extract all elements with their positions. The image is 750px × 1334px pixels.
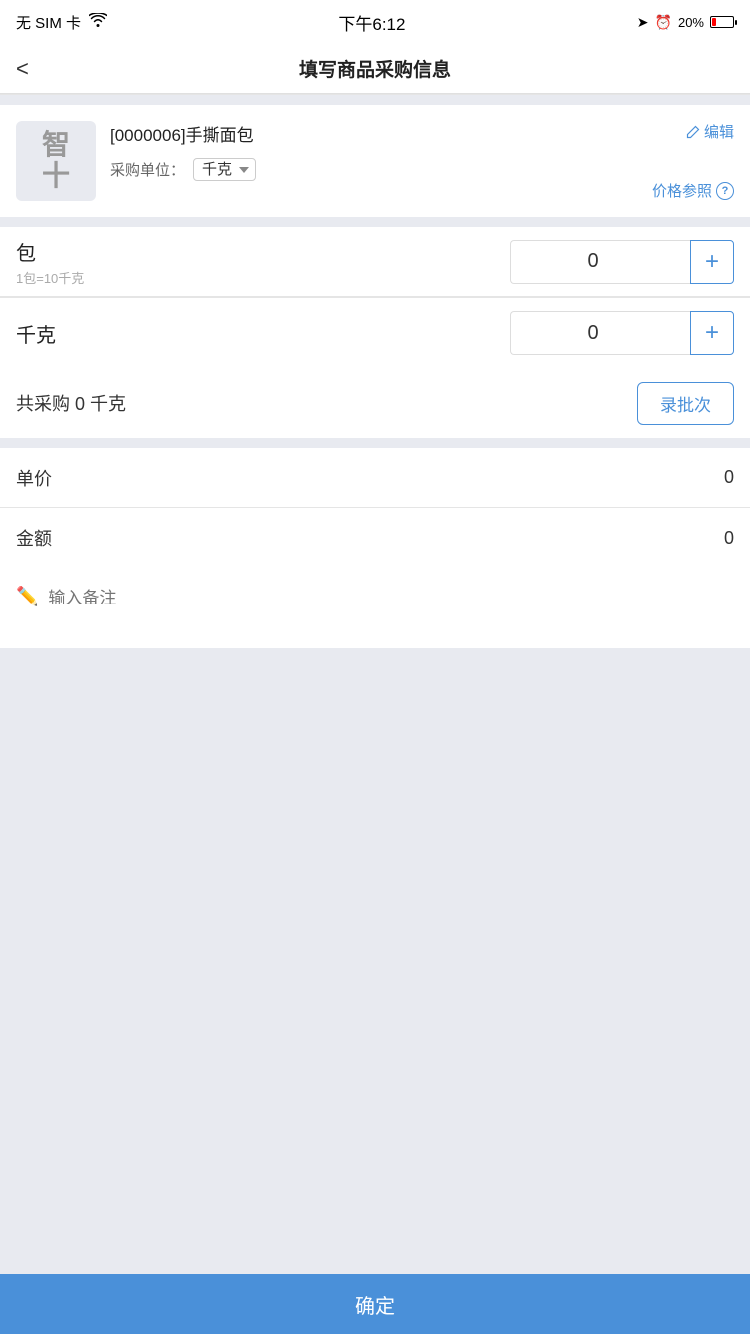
input-row-kg: 千克 + (0, 298, 750, 368)
product-info: [0000006]手撕面包 采购单位： 千克 包 (110, 121, 734, 181)
input-row-package: 包 1包=10千克 + (0, 227, 750, 297)
confirm-button[interactable]: 确定 (0, 1274, 750, 1334)
qty-plus-kg[interactable]: + (690, 311, 734, 355)
product-name: [0000006]手撕面包 (110, 121, 734, 146)
section-divider-1 (0, 217, 750, 227)
amount-value: 0 (724, 528, 734, 549)
input-sublabel-package: 1包=10千克 (16, 268, 84, 287)
input-right-package: + (510, 240, 734, 284)
product-logo: 智 十 (42, 130, 70, 192)
info-row-amount: 金额 0 (0, 508, 750, 568)
input-right-kg: + (510, 311, 734, 355)
status-time: 下午6:12 (338, 10, 405, 35)
product-image: 智 十 (16, 121, 96, 201)
battery-icon (710, 16, 734, 28)
remark-section[interactable]: ✏️ (0, 568, 750, 648)
price-ref-label: 价格参照 (652, 180, 712, 201)
summary-text: 共采购 0 千克 (16, 390, 126, 416)
battery-percent: 20% (678, 15, 704, 30)
page-title: 填写商品采购信息 (299, 55, 451, 82)
price-label: 单价 (16, 465, 52, 491)
qty-input-package[interactable] (510, 240, 690, 284)
top-spacer (0, 95, 750, 105)
product-unit-row: 采购单位： 千克 包 (110, 158, 734, 181)
logo-line2: 十 (42, 161, 70, 192)
confirm-label: 确定 (355, 1290, 395, 1319)
edit-label: 编辑 (704, 121, 734, 142)
amount-label: 金额 (16, 525, 52, 551)
record-batch-button[interactable]: 录批次 (637, 382, 734, 425)
section-divider-2 (0, 438, 750, 448)
alarm-icon: ⏰ (655, 14, 672, 31)
status-left: 无 SIM 卡 (16, 12, 107, 33)
pencil-icon: ✏️ (16, 586, 38, 607)
product-card: 智 十 [0000006]手撕面包 采购单位： 千克 包 编辑 价格参照 ? (0, 105, 750, 217)
wifi-icon (89, 13, 107, 31)
status-bar: 无 SIM 卡 下午6:12 ➤ ⏰ 20% (0, 0, 750, 44)
unit-select[interactable]: 千克 包 (193, 158, 256, 181)
logo-line1: 智 (42, 130, 70, 161)
unit-label: 采购单位： (110, 159, 185, 180)
page-container: 无 SIM 卡 下午6:12 ➤ ⏰ 20% < 填 (0, 0, 750, 1334)
input-label-kg: 千克 (16, 319, 56, 348)
input-label-package: 包 1包=10千克 (16, 237, 84, 287)
nav-bar: < 填写商品采购信息 (0, 44, 750, 94)
info-icon: ? (716, 182, 734, 200)
location-icon: ➤ (637, 14, 649, 31)
bottom-spacer (0, 648, 750, 1274)
price-value: 0 (724, 467, 734, 488)
price-ref-button[interactable]: 价格参照 ? (652, 180, 734, 201)
edit-button[interactable]: 编辑 (686, 121, 734, 142)
status-right: ➤ ⏰ 20% (637, 14, 734, 31)
carrier-text: 无 SIM 卡 (16, 12, 81, 33)
summary-row: 共采购 0 千克 录批次 (0, 368, 750, 438)
info-row-price: 单价 0 (0, 448, 750, 508)
qty-plus-package[interactable]: + (690, 240, 734, 284)
back-button[interactable]: < (16, 56, 29, 82)
remark-input[interactable] (48, 584, 734, 604)
info-section: 单价 0 金额 0 (0, 448, 750, 568)
input-section: 包 1包=10千克 + 千克 + (0, 227, 750, 368)
qty-input-kg[interactable] (510, 311, 690, 355)
